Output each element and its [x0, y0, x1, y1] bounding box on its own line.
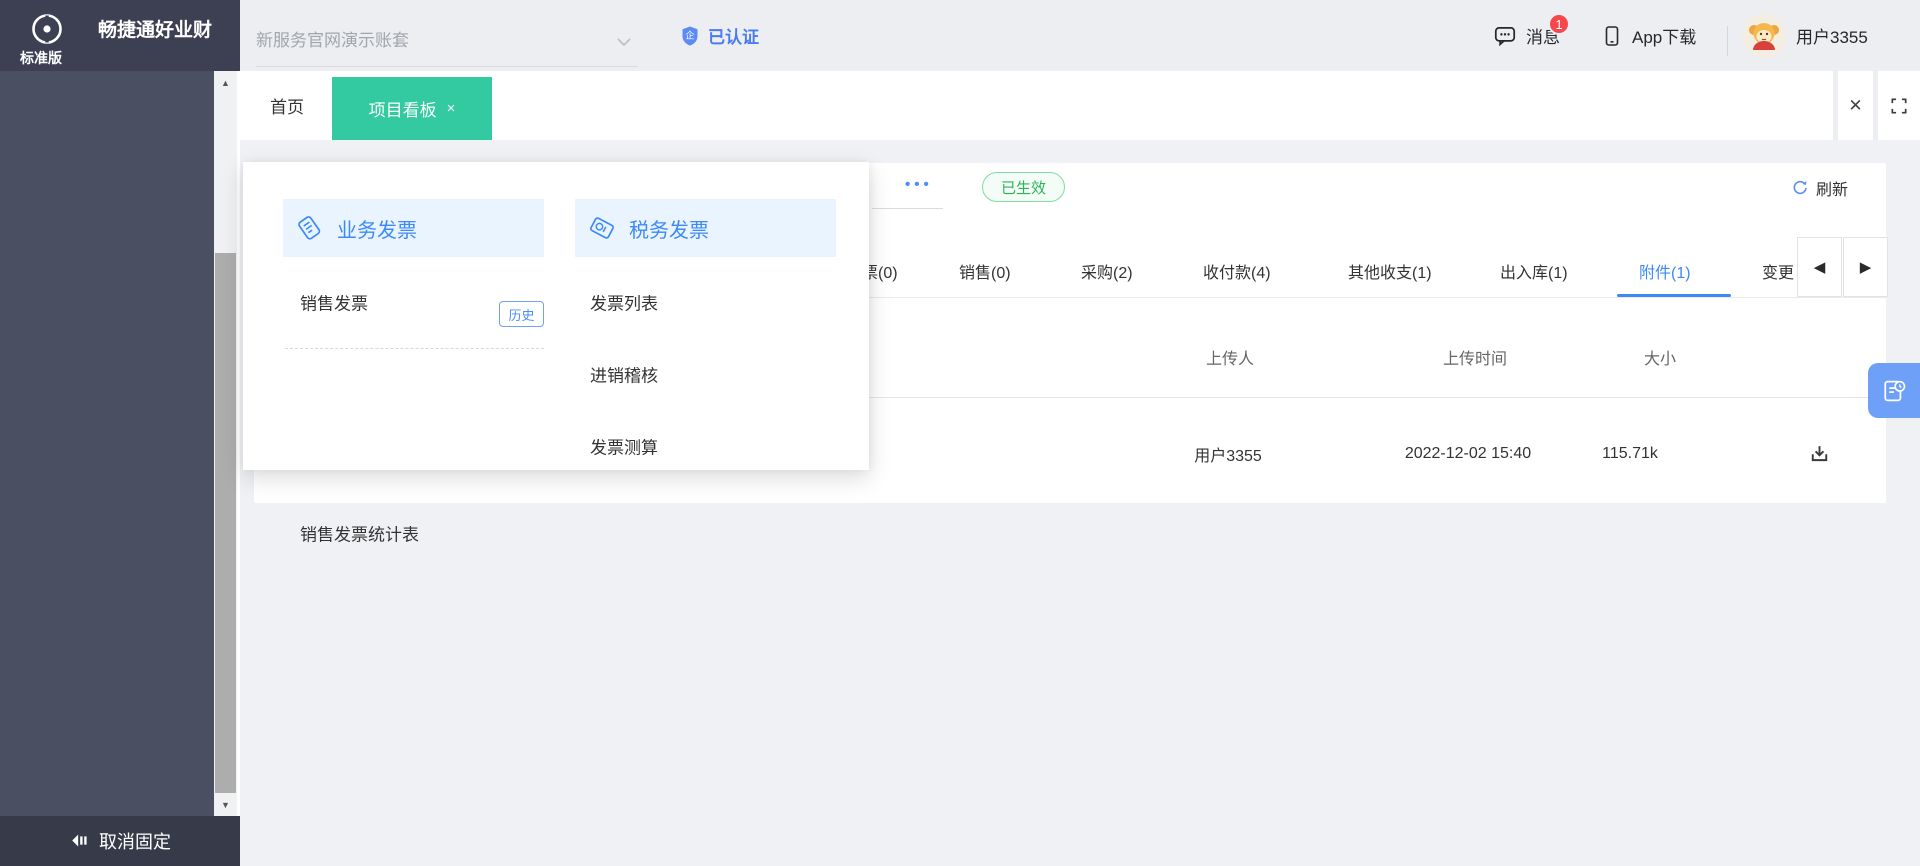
app-download-label: App下载: [1632, 28, 1697, 47]
right-arrow-icon: ▶: [1859, 259, 1872, 276]
messages-button[interactable]: 消息: [1492, 0, 1560, 71]
tab-home[interactable]: 首页: [252, 71, 322, 140]
download-button[interactable]: [1806, 441, 1833, 468]
tab-project-board-label: 项目看板: [368, 101, 437, 120]
verified-label: 已认证: [708, 28, 759, 47]
menu-group-business-invoice: 业务发票: [283, 199, 544, 257]
brand-logo-icon: [32, 14, 62, 44]
detail-tab-stock[interactable]: 出入库(1): [1500, 245, 1568, 297]
menu-group-tax-invoice: 税务发票: [575, 199, 836, 257]
unpin-button[interactable]: 取消固定: [0, 816, 240, 866]
detail-tab-changes[interactable]: 变更: [1762, 245, 1794, 297]
col-header-size: 大小: [1643, 351, 1677, 368]
detail-tab-payments[interactable]: 收付款(4): [1203, 245, 1271, 297]
account-selector[interactable]: 新服务官网演示账套: [256, 16, 638, 67]
refresh-label: 刷新: [1816, 182, 1849, 199]
username[interactable]: 用户3355: [1796, 0, 1868, 71]
menu-item-sales-invoice[interactable]: 销售发票: [300, 290, 368, 315]
username-label: 用户3355: [1796, 28, 1868, 47]
account-selector-value: 新服务官网演示账套: [256, 31, 409, 50]
app-download-button[interactable]: App下载: [1600, 0, 1696, 71]
tax-invoice-icon: [590, 217, 614, 239]
menu-dashed-divider: [285, 348, 544, 349]
detail-tab-other[interactable]: 其他收支(1): [1348, 245, 1432, 297]
menu-group-title: 税务发票: [629, 219, 709, 242]
detail-tab-sales[interactable]: 销售(0): [959, 245, 1011, 297]
fullscreen-icon: [1891, 98, 1907, 113]
left-arrow-icon: ◀: [1813, 259, 1826, 276]
collapse-pin-icon: [72, 834, 87, 847]
active-tab-underline: [1617, 294, 1731, 297]
scroll-down-icon[interactable]: ▼: [214, 793, 237, 816]
sidebar: [0, 71, 214, 816]
verified-badge: 企 已认证: [678, 0, 759, 71]
scroll-up-icon[interactable]: ▲: [214, 71, 237, 94]
tab-project-board[interactable]: 项目看板 ×: [332, 77, 492, 140]
tab-close-icon[interactable]: ×: [447, 100, 456, 117]
history-tag[interactable]: 历史: [499, 301, 544, 327]
tabs-scroll-left-button[interactable]: ◀: [1797, 237, 1842, 297]
messages-count-badge: 1: [1548, 13, 1570, 35]
document-clock-icon: [1884, 380, 1906, 401]
col-header-time: 上传时间: [1442, 351, 1508, 368]
menu-item-purchase-sales-audit[interactable]: 进销稽核: [590, 362, 658, 387]
edge-log-button[interactable]: [1868, 363, 1920, 418]
menu-group-title: 业务发票: [337, 219, 417, 242]
invoice-menu-panel: 业务发票 税务发票 销售发票 历史 销售发票统计表 发票列表 进销稽核 发票测算: [243, 162, 869, 545]
close-page-button[interactable]: ✕: [1838, 71, 1873, 140]
detail-tab-purchase[interactable]: 采购(2): [1081, 245, 1133, 297]
phone-icon: [1605, 25, 1619, 46]
detail-tabs-border: [860, 297, 1886, 298]
close-icon: ✕: [1848, 95, 1863, 115]
detail-tab-attachments[interactable]: 附件(1): [1639, 245, 1691, 297]
svg-text:企: 企: [685, 29, 694, 40]
business-invoice-icon: [298, 216, 321, 240]
page-tab-bar: [240, 71, 1920, 140]
status-badge-label: 已生效: [1001, 179, 1047, 197]
scrollbar-thumb[interactable]: [215, 253, 236, 793]
refresh-button[interactable]: 刷新: [1790, 176, 1848, 200]
menu-item-invoice-calc[interactable]: 发票测算: [590, 434, 658, 459]
unpin-label: 取消固定: [99, 832, 171, 852]
cell-time: 2022-12-02 15:40: [1404, 445, 1532, 462]
menu-item-sales-invoice-stats[interactable]: 销售发票统计表: [300, 521, 419, 546]
chevron-down-icon: [617, 38, 631, 47]
cell-size: 115.71k: [1602, 445, 1658, 462]
shield-icon: 企: [682, 26, 698, 46]
tab-home-label: 首页: [270, 98, 304, 117]
section-divider: [872, 208, 943, 209]
topbar-divider: [1727, 26, 1728, 56]
app-root: 新服务官网演示账套 企 已认证 消息 1 App下载 用户3355 首页 项目看…: [0, 0, 1920, 866]
menu-item-invoice-list[interactable]: 发票列表: [590, 290, 658, 315]
brand-title: 畅捷通好业财: [98, 20, 213, 41]
message-bubble-icon: [1494, 26, 1516, 46]
refresh-icon: [1793, 180, 1807, 195]
fullscreen-button[interactable]: [1878, 71, 1920, 140]
status-badge: 已生效: [982, 172, 1066, 202]
avatar[interactable]: [1742, 14, 1786, 58]
cell-uploader: 用户3355: [1194, 448, 1262, 465]
more-actions-icon[interactable]: •••: [905, 176, 933, 193]
download-icon: [1811, 446, 1828, 462]
col-header-uploader: 上传人: [1205, 351, 1255, 368]
sidebar-header: 畅捷通好业财 标准版: [0, 0, 240, 71]
tabs-scroll-right-button[interactable]: ▶: [1843, 237, 1888, 297]
sidebar-scrollbar[interactable]: ▲ ▼: [214, 71, 237, 816]
edition-label: 标准版: [20, 50, 62, 66]
